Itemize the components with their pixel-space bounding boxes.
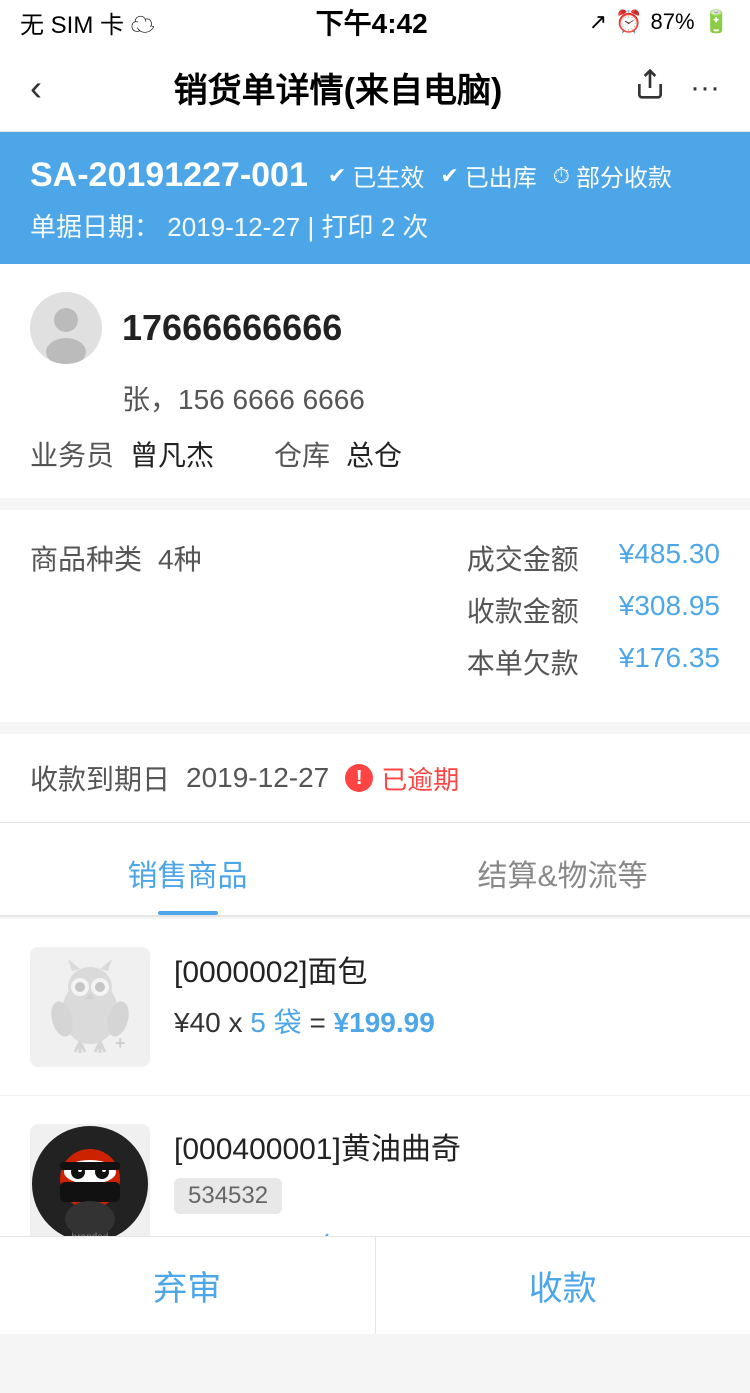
battery-label: 87% — [651, 9, 695, 35]
summary-right: 成交金额 ¥485.30 收款金额 ¥308.95 本单欠款 ¥176.35 — [467, 538, 720, 694]
nav-actions: ··· — [634, 68, 720, 108]
tab-sales-label: 销售商品 — [128, 860, 248, 893]
print-suffix: 次 — [402, 212, 428, 242]
avatar — [30, 292, 102, 364]
price-unit-1: 袋 — [274, 1007, 302, 1038]
order-date: 2019-12-27 — [167, 212, 300, 242]
badge-partial: ⏱ 部分收款 — [553, 158, 672, 193]
clock-icon: ⏱ — [553, 163, 570, 189]
price-x-1: x — [229, 1007, 251, 1038]
badge-partial-label: 部分收款 — [576, 158, 672, 193]
abandon-review-button[interactable]: 弃审 — [0, 1237, 376, 1334]
print-count: 2 — [381, 212, 395, 242]
price-total-1: ¥199.99 — [334, 1007, 435, 1038]
order-date-row: 单据日期： 2019-12-27 | 打印 2 次 — [30, 207, 720, 244]
overdue-badge: ! 已逾期 — [345, 760, 459, 797]
status-badges: ✔ 已生效 ✔ 已出库 ⏱ 部分收款 — [328, 158, 672, 193]
price-qty-1: 5 — [250, 1007, 266, 1038]
warehouse-value: 总仓 — [346, 434, 402, 474]
salesperson-value: 曾凡杰 — [130, 434, 214, 474]
warehouse-item: 仓库 总仓 — [274, 434, 402, 474]
overdue-icon: ! — [345, 764, 373, 792]
owed-value: ¥176.35 — [619, 642, 720, 682]
svg-text:+: + — [115, 1033, 126, 1053]
date-label: 单据日期： — [30, 212, 160, 242]
check-icon-2: ✔ — [440, 163, 458, 189]
bottom-actions: 弃审 收款 — [0, 1236, 750, 1334]
more-icon[interactable]: ··· — [690, 71, 720, 105]
check-icon-1: ✔ — [328, 163, 346, 189]
category-value: 4种 — [158, 538, 202, 578]
customer-section: 17666666666 张，156 6666 6666 业务员 曾凡杰 仓库 总… — [0, 264, 750, 498]
due-label: 收款到期日 — [30, 758, 170, 798]
sim-label: 无 SIM 卡 ☁ — [20, 5, 155, 40]
product-thumb-2: branded — [30, 1124, 150, 1244]
received-value: ¥308.95 — [619, 590, 720, 630]
price-base-1: ¥40 — [174, 1007, 221, 1038]
tab-settlement-label: 结算&物流等 — [477, 860, 647, 893]
product-thumb-1: + — [30, 947, 150, 1067]
product-name-1: [0000002]面包 — [174, 947, 435, 991]
back-button[interactable]: ‹ — [30, 67, 42, 109]
collect-label: 收款 — [529, 1261, 597, 1310]
product-sku-2: 534532 — [174, 1178, 282, 1214]
due-section: 收款到期日 2019-12-27 ! 已逾期 — [0, 734, 750, 823]
amount-value: ¥485.30 — [619, 538, 720, 578]
battery-icon: 🔋 — [703, 9, 730, 35]
alarm-icon: ⏰ — [615, 9, 642, 35]
order-header: SA-20191227-001 ✔ 已生效 ✔ 已出库 ⏱ 部分收款 单据日期：… — [0, 132, 750, 264]
summary-section: 商品种类 4种 成交金额 ¥485.30 收款金额 ¥308.95 本单欠款 ¥… — [0, 510, 750, 722]
customer-phone: 17666666666 — [122, 307, 342, 349]
abandon-label: 弃审 — [153, 1261, 221, 1310]
owed-row: 本单欠款 ¥176.35 — [467, 642, 720, 682]
share-icon[interactable] — [634, 68, 666, 108]
status-bar: 无 SIM 卡 ☁ 下午4:42 ↗ ⏰ 87% 🔋 — [0, 0, 750, 44]
due-date: 2019-12-27 — [186, 762, 329, 794]
owed-label: 本单欠款 — [467, 642, 579, 682]
tabs-section: 销售商品 结算&物流等 — [0, 823, 750, 917]
customer-sub: 张，156 6666 6666 — [30, 378, 720, 418]
order-id: SA-20191227-001 — [30, 156, 308, 195]
location-icon: ↗ — [589, 9, 607, 35]
salesperson-item: 业务员 曾凡杰 — [30, 434, 214, 474]
summary-left: 商品种类 4种 — [30, 538, 202, 586]
collect-payment-button[interactable]: 收款 — [376, 1237, 750, 1334]
product-item: + [0000002]面包 ¥40 x 5 袋 = ¥199.99 — [0, 919, 750, 1096]
badge-shipped: ✔ 已出库 — [440, 158, 536, 193]
amount-label: 成交金额 — [467, 538, 579, 578]
tab-settlement[interactable]: 结算&物流等 — [375, 823, 750, 915]
status-left: 无 SIM 卡 ☁ — [20, 5, 155, 40]
print-label: | 打印 — [307, 212, 373, 242]
page-title: 销货单详情(来自电脑) — [174, 63, 503, 112]
amount-row: 成交金额 ¥485.30 — [467, 538, 720, 578]
product-name-2: [000400001]黄油曲奇 — [174, 1124, 461, 1168]
status-right: ↗ ⏰ 87% 🔋 — [589, 9, 730, 35]
category-item: 商品种类 4种 — [30, 538, 202, 578]
overdue-label: 已逾期 — [381, 760, 459, 797]
received-label: 收款金额 — [467, 590, 579, 630]
product-info-1: [0000002]面包 ¥40 x 5 袋 = ¥199.99 — [174, 947, 435, 1041]
category-label: 商品种类 — [30, 538, 142, 578]
received-row: 收款金额 ¥308.95 — [467, 590, 720, 630]
salesperson-label: 业务员 — [30, 434, 114, 474]
warehouse-label: 仓库 — [274, 434, 330, 474]
status-time: 下午4:42 — [316, 2, 428, 42]
price-eq-1: = — [309, 1007, 333, 1038]
badge-shipped-label: 已出库 — [465, 158, 537, 193]
product-price-1: ¥40 x 5 袋 = ¥199.99 — [174, 1001, 435, 1041]
tab-sales-products[interactable]: 销售商品 — [0, 823, 375, 915]
badge-effective: ✔ 已生效 — [328, 158, 424, 193]
badge-effective-label: 已生效 — [352, 158, 424, 193]
nav-bar: ‹ 销货单详情(来自电脑) ··· — [0, 44, 750, 132]
customer-meta: 业务员 曾凡杰 仓库 总仓 — [30, 434, 720, 474]
